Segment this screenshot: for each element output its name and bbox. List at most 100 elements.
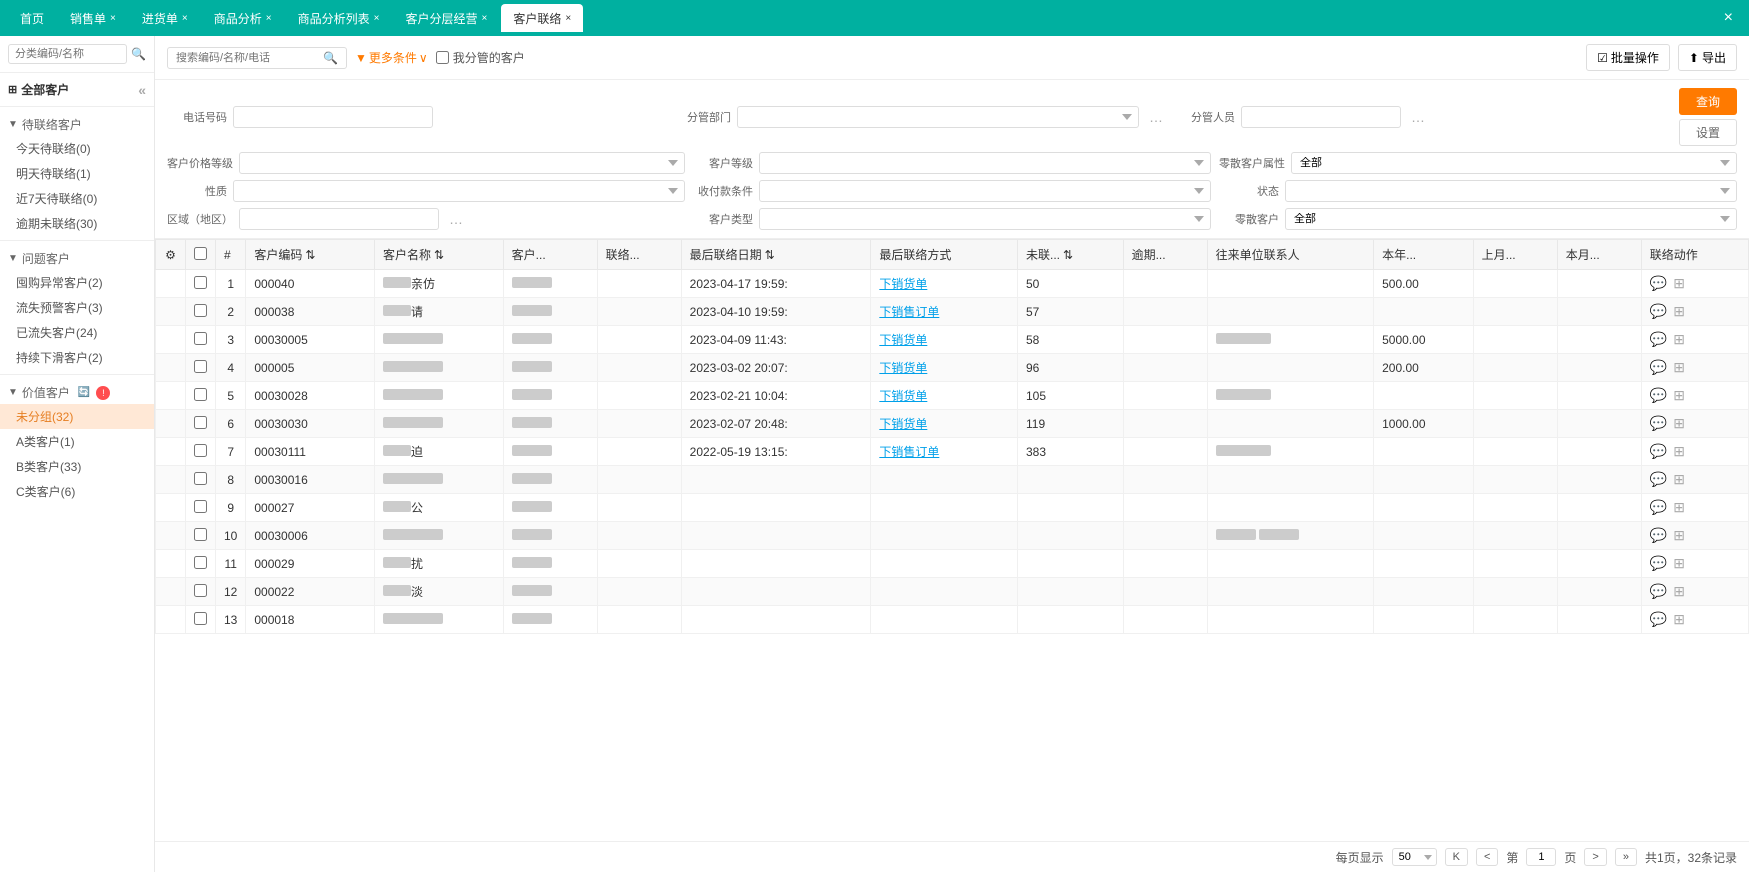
contact-phone-icon[interactable]: 💬 xyxy=(1650,555,1667,572)
more-actions-icon[interactable]: ⊞ xyxy=(1673,359,1685,376)
row-checkbox[interactable] xyxy=(194,584,207,597)
contact-phone-icon[interactable]: 💬 xyxy=(1650,527,1667,544)
tab-home[interactable]: 首页 xyxy=(8,4,56,32)
row-checkbox[interactable] xyxy=(194,444,207,457)
row-checkbox[interactable] xyxy=(194,276,207,289)
dept-dots[interactable]: … xyxy=(1145,109,1167,125)
first-page-btn[interactable]: K xyxy=(1445,848,1468,866)
sidebar-item-class-a[interactable]: A类客户(1) xyxy=(0,429,154,454)
last-method-link[interactable]: 下销货单 xyxy=(879,417,927,431)
sidebar-item-today[interactable]: 今天待联络(0) xyxy=(0,136,154,161)
last-method-link[interactable]: 下销货单 xyxy=(879,389,927,403)
purchase-tab-close[interactable]: × xyxy=(182,13,188,24)
more-actions-icon[interactable]: ⊞ xyxy=(1673,387,1685,404)
manager-dots[interactable]: … xyxy=(1407,109,1429,125)
sidebar-item-warning[interactable]: 流失预警客户(3) xyxy=(0,295,154,320)
th-settings[interactable]: ⚙ xyxy=(156,240,186,270)
sidebar-item-tomorrow[interactable]: 明天待联络(1) xyxy=(0,161,154,186)
contact-phone-icon[interactable]: 💬 xyxy=(1650,275,1667,292)
region-input[interactable] xyxy=(239,208,439,230)
more-actions-icon[interactable]: ⊞ xyxy=(1673,555,1685,572)
nature-select[interactable] xyxy=(233,180,685,202)
th-name[interactable]: 客户名称 ⇅ xyxy=(375,240,504,270)
last-method-link[interactable]: 下销货单 xyxy=(879,277,927,291)
th-no-contact[interactable]: 未联... ⇅ xyxy=(1018,240,1124,270)
contact-phone-icon[interactable]: 💬 xyxy=(1650,303,1667,320)
contact-phone-icon[interactable]: 💬 xyxy=(1650,331,1667,348)
analysis-tab-close[interactable]: × xyxy=(266,13,272,24)
contact-phone-icon[interactable]: 💬 xyxy=(1650,499,1667,516)
sidebar-item-lost[interactable]: 已流失客户(24) xyxy=(0,320,154,345)
manager-input[interactable] xyxy=(1241,106,1401,128)
sidebar-item-overdue[interactable]: 逾期未联络(30) xyxy=(0,211,154,236)
more-conditions-btn[interactable]: ▼ 更多条件 ∨ xyxy=(355,49,428,66)
last-method-link[interactable]: 下销货单 xyxy=(879,333,927,347)
sidebar-item-abnormal[interactable]: 囤购异常客户(2) xyxy=(0,270,154,295)
more-actions-icon[interactable]: ⊞ xyxy=(1673,275,1685,292)
analysis-list-tab-close[interactable]: × xyxy=(374,13,380,24)
sales-tab-close[interactable]: × xyxy=(110,13,116,24)
row-checkbox[interactable] xyxy=(194,528,207,541)
last-page-btn[interactable]: » xyxy=(1615,848,1637,866)
row-checkbox[interactable] xyxy=(194,472,207,485)
reset-btn[interactable]: 设置 xyxy=(1679,119,1737,146)
pending-contact-group[interactable]: ▼ 待联络客户 xyxy=(0,111,154,136)
row-checkbox[interactable] xyxy=(194,500,207,513)
page-size-select[interactable]: 50 20 100 xyxy=(1392,848,1437,866)
row-checkbox[interactable] xyxy=(194,416,207,429)
more-actions-icon[interactable]: ⊞ xyxy=(1673,583,1685,600)
tab-customer-contact[interactable]: 客户联络 × xyxy=(501,4,583,32)
more-actions-icon[interactable]: ⊞ xyxy=(1673,415,1685,432)
th-code[interactable]: 客户编码 ⇅ xyxy=(246,240,375,270)
payment-select[interactable] xyxy=(759,180,1211,202)
contact-phone-icon[interactable]: 💬 xyxy=(1650,611,1667,628)
price-level-select[interactable] xyxy=(239,152,685,174)
next-page-btn[interactable]: > xyxy=(1584,848,1606,866)
select-all-checkbox[interactable] xyxy=(194,247,207,260)
more-actions-icon[interactable]: ⊞ xyxy=(1673,331,1685,348)
customer-contact-tab-close[interactable]: × xyxy=(565,13,571,24)
contact-phone-icon[interactable]: 💬 xyxy=(1650,443,1667,460)
row-checkbox[interactable] xyxy=(194,304,207,317)
sidebar-item-class-c[interactable]: C类客户(6) xyxy=(0,479,154,504)
value-customers-group[interactable]: ▼ 价值客户 🔄 ! xyxy=(0,379,154,404)
close-window-btn[interactable]: × xyxy=(1716,9,1741,27)
row-checkbox[interactable] xyxy=(194,388,207,401)
sidebar-search-input[interactable] xyxy=(8,44,127,64)
sparse-attr-select[interactable]: 全部 xyxy=(1291,152,1737,174)
main-search-icon[interactable]: 🔍 xyxy=(323,51,338,65)
row-checkbox[interactable] xyxy=(194,360,207,373)
last-method-link[interactable]: 下销货单 xyxy=(879,361,927,375)
contact-phone-icon[interactable]: 💬 xyxy=(1650,359,1667,376)
tab-customer-segment[interactable]: 客户分层经营 × xyxy=(393,4,499,32)
dept-select[interactable] xyxy=(737,106,1139,128)
last-method-link[interactable]: 下销售订单 xyxy=(879,305,939,319)
more-actions-icon[interactable]: ⊞ xyxy=(1673,443,1685,460)
th-last-date[interactable]: 最后联络日期 ⇅ xyxy=(681,240,871,270)
refresh-icon[interactable]: 🔄 xyxy=(78,387,90,398)
problem-customers-group[interactable]: ▼ 问题客户 xyxy=(0,245,154,270)
all-customers-section[interactable]: ⊞ 全部客户 « xyxy=(0,73,154,102)
last-method-link[interactable]: 下销售订单 xyxy=(879,445,939,459)
more-actions-icon[interactable]: ⊞ xyxy=(1673,527,1685,544)
status-select[interactable] xyxy=(1285,180,1737,202)
tab-sales[interactable]: 销售单 × xyxy=(58,4,128,32)
tab-analysis-list[interactable]: 商品分析列表 × xyxy=(286,4,392,32)
more-actions-icon[interactable]: ⊞ xyxy=(1673,499,1685,516)
sparse-customer-select[interactable]: 全部 xyxy=(1285,208,1737,230)
sidebar-item-ungrouped[interactable]: 未分组(32) xyxy=(0,404,154,429)
contact-phone-icon[interactable]: 💬 xyxy=(1650,471,1667,488)
sidebar-item-declining[interactable]: 持续下滑客户(2) xyxy=(0,345,154,370)
tab-purchase[interactable]: 进货单 × xyxy=(130,4,200,32)
customer-type-select[interactable] xyxy=(759,208,1211,230)
row-checkbox[interactable] xyxy=(194,556,207,569)
tab-analysis[interactable]: 商品分析 × xyxy=(202,4,284,32)
more-actions-icon[interactable]: ⊞ xyxy=(1673,611,1685,628)
more-actions-icon[interactable]: ⊞ xyxy=(1673,471,1685,488)
export-btn[interactable]: ⬆ 导出 xyxy=(1678,44,1737,71)
region-dots[interactable]: … xyxy=(445,211,467,227)
contact-phone-icon[interactable]: 💬 xyxy=(1650,387,1667,404)
contact-phone-icon[interactable]: 💬 xyxy=(1650,583,1667,600)
more-actions-icon[interactable]: ⊞ xyxy=(1673,303,1685,320)
contact-phone-icon[interactable]: 💬 xyxy=(1650,415,1667,432)
